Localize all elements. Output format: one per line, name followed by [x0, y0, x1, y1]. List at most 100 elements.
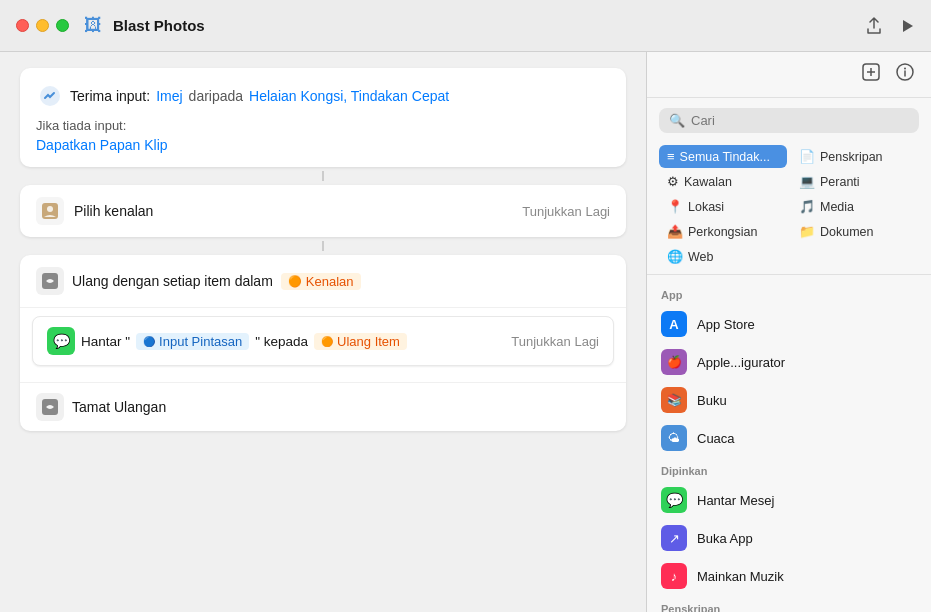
right-panel-toolbar	[647, 52, 931, 98]
svg-marker-0	[903, 20, 913, 32]
add-action-button[interactable]	[861, 62, 881, 87]
tab-peranti-icon: 💻	[799, 174, 815, 189]
mainkan-muzik-label: Mainkan Muzik	[697, 569, 784, 584]
tab-media-label: Media	[820, 200, 854, 214]
tab-web-icon: 🌐	[667, 249, 683, 264]
input-pintasan-icon: 🔵	[143, 336, 155, 347]
connector-2	[20, 241, 626, 251]
tab-penskripan-label: Penskripan	[820, 150, 883, 164]
close-button[interactable]	[16, 19, 29, 32]
workflow-panel: Terima input: Imej daripada Helaian Kong…	[0, 52, 646, 612]
search-input[interactable]	[691, 113, 909, 128]
right-panel: 🔍 ≡ Semua Tindak... 📄 Penskripan ⚙ Kawal…	[646, 52, 931, 612]
tab-semua-label: Semua Tindak...	[680, 150, 770, 164]
tab-dokumen-label: Dokumen	[820, 225, 874, 239]
hantar-mesej-icon: 💬	[661, 487, 687, 513]
tab-perkongsian-label: Perkongsian	[688, 225, 758, 239]
tab-lokasi[interactable]: 📍 Lokasi	[659, 195, 787, 218]
action-mainkan-muzik[interactable]: ♪ Mainkan Muzik	[647, 557, 931, 595]
action-buku[interactable]: 📚 Buku	[647, 381, 931, 419]
input-pintasan-label: Input Pintasan	[159, 334, 242, 349]
hantar-icon: 💬	[47, 327, 75, 355]
buku-icon: 📚	[661, 387, 687, 413]
pick-contact-label: Pilih kenalan	[74, 203, 153, 219]
cuaca-label: Cuaca	[697, 431, 735, 446]
connector-line-1	[322, 171, 324, 181]
input-row: Terima input: Imej daripada Helaian Kong…	[36, 82, 610, 110]
tab-peranti-label: Peranti	[820, 175, 860, 189]
tab-penskripan[interactable]: 📄 Penskripan	[791, 145, 919, 168]
traffic-lights	[16, 19, 69, 32]
mainkan-muzik-icon: ♪	[661, 563, 687, 589]
input-pintasan-tag[interactable]: 🔵 Input Pintasan	[136, 333, 249, 350]
action-cuaca[interactable]: 🌤 Cuaca	[647, 419, 931, 457]
kenalan-tag-label: Kenalan	[306, 274, 354, 289]
tab-media[interactable]: 🎵 Media	[791, 195, 919, 218]
if-no-input-label: Jika tiada input:	[36, 118, 610, 133]
action-apple-igurator[interactable]: 🍎 Apple...igurator	[647, 343, 931, 381]
tab-peranti[interactable]: 💻 Peranti	[791, 170, 919, 193]
ulang-item-label: Ulang Item	[337, 334, 400, 349]
loop-card: Ulang dengan setiap item dalam 🟠 Kenalan…	[20, 255, 626, 431]
input-label: Terima input:	[70, 88, 150, 104]
app-store-label: App Store	[697, 317, 755, 332]
actions-list: App A App Store 🍎 Apple...igurator 📚 Buk…	[647, 275, 931, 612]
tab-perkongsian-icon: 📤	[667, 224, 683, 239]
buku-label: Buku	[697, 393, 727, 408]
apple-igurator-icon: 🍎	[661, 349, 687, 375]
kenalan-tag-icon: 🟠	[288, 275, 302, 288]
pick-contact-show-more[interactable]: Tunjukkan Lagi	[522, 204, 610, 219]
tab-media-icon: 🎵	[799, 199, 815, 214]
inner-content: 💬 Hantar " 🔵 Input Pintasan " kepada 🟠 U…	[47, 327, 407, 355]
category-tabs: ≡ Semua Tindak... 📄 Penskripan ⚙ Kawalan…	[647, 139, 931, 275]
pick-contact-icon	[36, 197, 64, 225]
app-store-icon: A	[661, 311, 687, 337]
svg-point-3	[47, 206, 53, 212]
share-button[interactable]	[865, 17, 883, 35]
action-hantar-mesej[interactable]: 💬 Hantar Mesej	[647, 481, 931, 519]
minimize-button[interactable]	[36, 19, 49, 32]
play-button[interactable]	[899, 18, 915, 34]
section-dipinkan-label: Dipinkan	[647, 457, 931, 481]
ulang-item-icon: 🟠	[321, 336, 333, 347]
tab-dokumen[interactable]: 📁 Dokumen	[791, 220, 919, 243]
loop-footer-label: Tamat Ulangan	[72, 399, 166, 415]
cuaca-icon: 🌤	[661, 425, 687, 451]
tab-web[interactable]: 🌐 Web	[659, 245, 787, 268]
action-buka-app[interactable]: ↗ Buka App	[647, 519, 931, 557]
loop-inner: 💬 Hantar " 🔵 Input Pintasan " kepada 🟠 U…	[32, 316, 614, 366]
loop-icon	[36, 267, 64, 295]
input-sources-tag[interactable]: Helaian Kongsi, Tindakan Cepat	[249, 88, 449, 104]
hantar-icon-char: 💬	[53, 333, 70, 349]
tab-penskripan-icon: 📄	[799, 149, 815, 164]
loop-inner-spacer	[20, 374, 626, 382]
titlebar-actions	[865, 17, 915, 35]
input-type-tag[interactable]: Imej	[156, 88, 182, 104]
input-card-icon	[36, 82, 64, 110]
titlebar: 🖼 Blast Photos	[0, 0, 931, 52]
kenalan-tag[interactable]: 🟠 Kenalan	[281, 273, 361, 290]
section-penskripan-label: Penskripan	[647, 595, 931, 612]
tab-perkongsian[interactable]: 📤 Perkongsian	[659, 220, 787, 243]
tab-lokasi-icon: 📍	[667, 199, 683, 214]
info-button[interactable]	[895, 62, 915, 87]
inner-show-more[interactable]: Tunjukkan Lagi	[511, 334, 599, 349]
apple-igurator-label: Apple...igurator	[697, 355, 785, 370]
pick-contact-left: Pilih kenalan	[36, 197, 153, 225]
get-clipboard-link[interactable]: Dapatkan Papan Klip	[36, 137, 610, 153]
section-app-label: App	[647, 281, 931, 305]
loop-prefix: Ulang dengan setiap item dalam	[72, 273, 273, 289]
tab-kawalan-icon: ⚙	[667, 174, 679, 189]
app-icon: 🖼	[81, 14, 105, 38]
tab-kawalan[interactable]: ⚙ Kawalan	[659, 170, 787, 193]
maximize-button[interactable]	[56, 19, 69, 32]
tab-dokumen-icon: 📁	[799, 224, 815, 239]
tab-web-label: Web	[688, 250, 713, 264]
action-app-store[interactable]: A App Store	[647, 305, 931, 343]
main-content: Terima input: Imej daripada Helaian Kong…	[0, 52, 931, 612]
tab-semua[interactable]: ≡ Semua Tindak...	[659, 145, 787, 168]
search-bar[interactable]: 🔍	[659, 108, 919, 133]
ulang-item-tag[interactable]: 🟠 Ulang Item	[314, 333, 407, 350]
app-title: Blast Photos	[113, 17, 205, 34]
loop-header: Ulang dengan setiap item dalam 🟠 Kenalan	[20, 255, 626, 308]
